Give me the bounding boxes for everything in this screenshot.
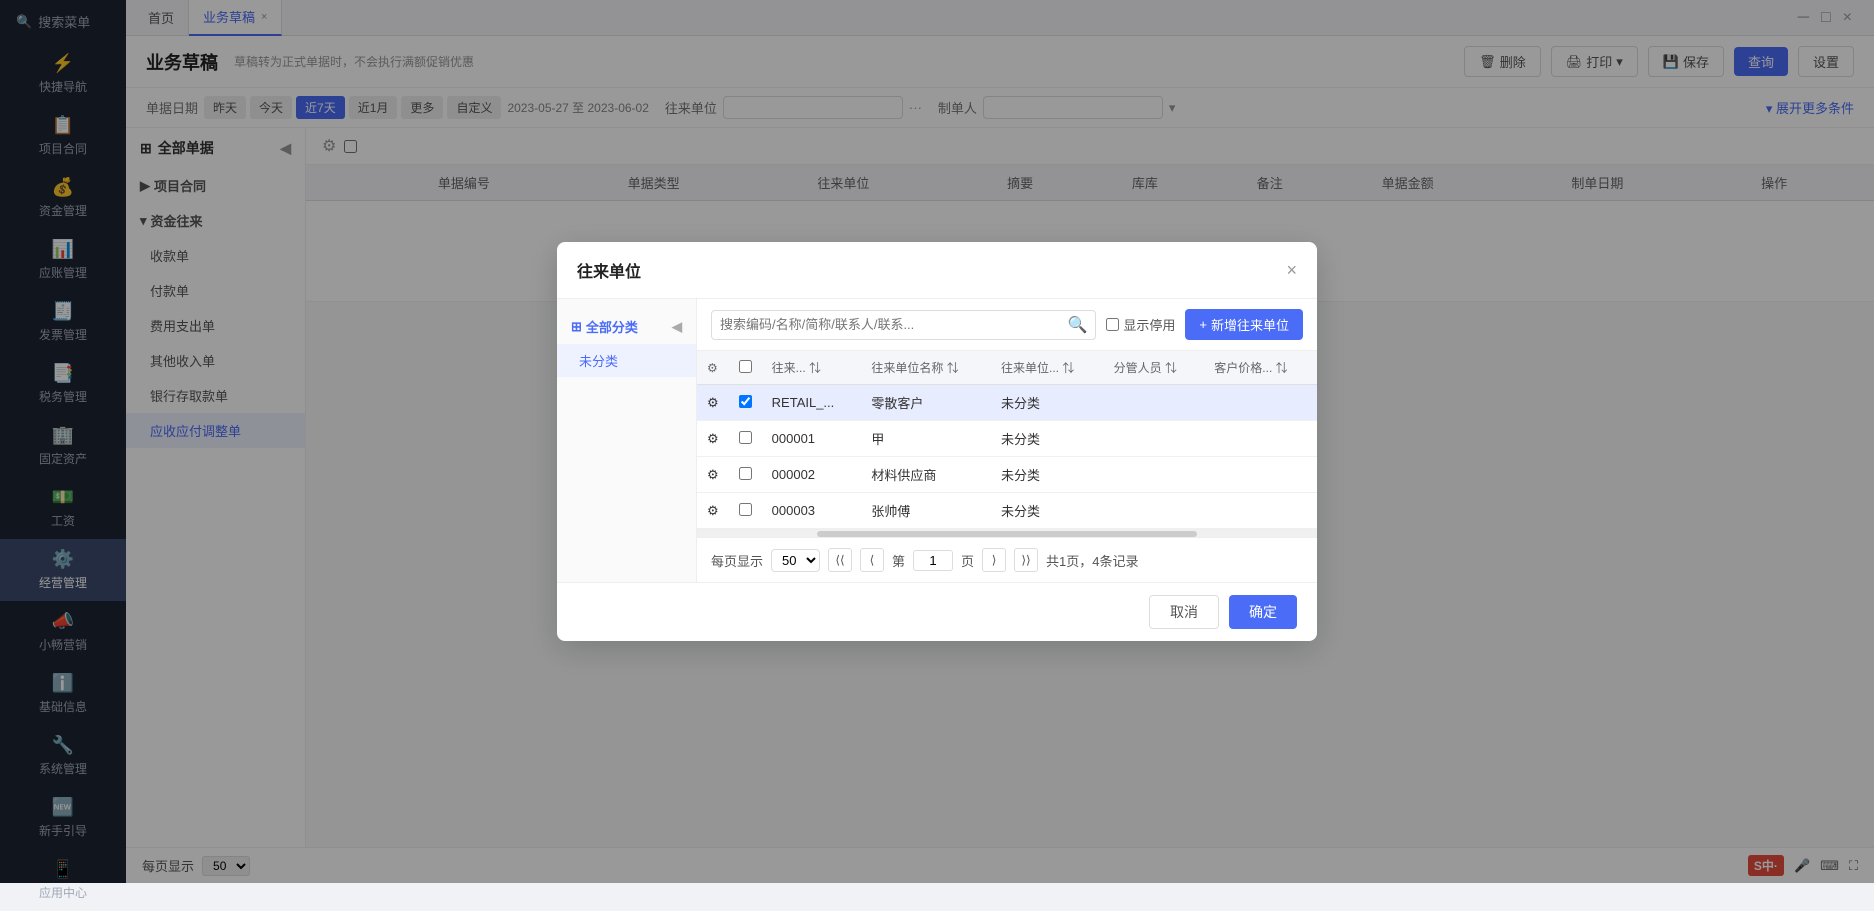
grid-icon: ⊞ xyxy=(571,319,582,335)
th-settings: ⚙ xyxy=(697,351,729,385)
modal-footer: 取消 确定 xyxy=(557,582,1317,641)
row-price-4 xyxy=(1204,493,1317,529)
search-magnifier-icon: 🔍 xyxy=(1067,315,1087,335)
collapse-category-icon[interactable]: ◀ xyxy=(672,319,682,335)
row-name-2: 甲 xyxy=(861,421,991,457)
row-settings-1[interactable]: ⚙ xyxy=(697,385,729,421)
modal-body: ⊞ 全部分类 ◀ 未分类 🔍 显示停用 xyxy=(557,299,1317,582)
confirm-button[interactable]: 确定 xyxy=(1229,595,1297,629)
row-checkbox-4[interactable] xyxy=(729,493,762,529)
row-code-4: 000003 xyxy=(762,493,862,529)
modal-right-panel: 🔍 显示停用 + 新增往来单位 xyxy=(697,299,1317,582)
modal-pagination: 每页显示 50 ⟨⟨ ⟨ 第 页 ⟩ ⟩⟩ 共1页，4条记录 xyxy=(697,537,1317,582)
add-partner-label: 新增往来单位 xyxy=(1211,315,1289,334)
scrollbar-thumb[interactable] xyxy=(817,531,1197,537)
modal-page-size-select[interactable]: 50 xyxy=(771,549,820,572)
plus-icon: + xyxy=(1199,317,1207,332)
partner-table: ⚙ 往来... ⇅ 往来单位名称 ⇅ 往来单位... ⇅ 分管人员 ⇅ 客户价格… xyxy=(697,351,1317,529)
add-partner-button[interactable]: + 新增往来单位 xyxy=(1185,309,1303,340)
last-page-btn[interactable]: ⟩⟩ xyxy=(1014,548,1038,572)
table-row[interactable]: ⚙ 000001 甲 未分类 xyxy=(697,421,1317,457)
modal-close-btn[interactable]: × xyxy=(1286,260,1297,281)
th-code[interactable]: 往来... ⇅ xyxy=(762,351,862,385)
page-suffix: 页 xyxy=(961,551,974,570)
th-price[interactable]: 客户价格... ⇅ xyxy=(1204,351,1317,385)
partner-modal: 往来单位 × ⊞ 全部分类 ◀ 未分类 xyxy=(557,242,1317,641)
first-page-btn[interactable]: ⟨⟨ xyxy=(828,548,852,572)
per-page-label: 每页显示 xyxy=(711,551,763,570)
row-price-3 xyxy=(1204,457,1317,493)
row-salesperson-4 xyxy=(1104,493,1205,529)
table-row[interactable]: ⚙ 000003 张帅傅 未分类 xyxy=(697,493,1317,529)
row-code-3: 000002 xyxy=(762,457,862,493)
search-wrapper: 🔍 xyxy=(711,310,1096,340)
select-all-modal-checkbox[interactable] xyxy=(739,360,752,373)
th-salesperson[interactable]: 分管人员 ⇅ xyxy=(1104,351,1205,385)
category-header[interactable]: ⊞ 全部分类 ◀ xyxy=(557,309,696,344)
row-code-2: 000001 xyxy=(762,421,862,457)
cancel-button[interactable]: 取消 xyxy=(1149,595,1219,629)
row-salesperson-1 xyxy=(1104,385,1205,421)
show-disabled-label[interactable]: 显示停用 xyxy=(1106,315,1175,334)
row-name-4: 张帅傅 xyxy=(861,493,991,529)
row-salesperson-2 xyxy=(1104,421,1205,457)
row-settings-2[interactable]: ⚙ xyxy=(697,421,729,457)
show-disabled-text: 显示停用 xyxy=(1123,315,1175,334)
modal-title: 往来单位 xyxy=(577,258,641,282)
modal-table-wrapper: ⚙ 往来... ⇅ 往来单位名称 ⇅ 往来单位... ⇅ 分管人员 ⇅ 客户价格… xyxy=(697,351,1317,529)
row-category-1: 未分类 xyxy=(991,385,1104,421)
table-row[interactable]: ⚙ RETAIL_... 零散客户 未分类 xyxy=(697,385,1317,421)
row-category-3: 未分类 xyxy=(991,457,1104,493)
modal-horizontal-scrollbar[interactable] xyxy=(697,529,1317,537)
th-category[interactable]: 往来单位... ⇅ xyxy=(991,351,1104,385)
modal-overlay: 往来单位 × ⊞ 全部分类 ◀ 未分类 xyxy=(0,0,1874,883)
row-settings-3[interactable]: ⚙ xyxy=(697,457,729,493)
row-name-1: 零散客户 xyxy=(861,385,991,421)
prev-page-btn[interactable]: ⟨ xyxy=(860,548,884,572)
sidebar-item-label: 应用中心 xyxy=(39,884,87,901)
modal-category-panel: ⊞ 全部分类 ◀ 未分类 xyxy=(557,299,697,582)
row-settings-4[interactable]: ⚙ xyxy=(697,493,729,529)
row-salesperson-3 xyxy=(1104,457,1205,493)
row-code-1: RETAIL_... xyxy=(762,385,862,421)
th-checkbox xyxy=(729,351,762,385)
row-checkbox-1[interactable] xyxy=(729,385,762,421)
partner-search-input[interactable] xyxy=(720,317,1061,332)
th-name[interactable]: 往来单位名称 ⇅ xyxy=(861,351,991,385)
row-category-4: 未分类 xyxy=(991,493,1104,529)
page-prefix: 第 xyxy=(892,551,905,570)
row-price-1 xyxy=(1204,385,1317,421)
category-header-label: 全部分类 xyxy=(586,317,638,336)
next-page-btn[interactable]: ⟩ xyxy=(982,548,1006,572)
row-checkbox-3[interactable] xyxy=(729,457,762,493)
row-name-3: 材料供应商 xyxy=(861,457,991,493)
modal-header: 往来单位 × xyxy=(557,242,1317,299)
row-checkbox-2[interactable] xyxy=(729,421,762,457)
category-label: 未分类 xyxy=(579,354,618,369)
total-info: 共1页，4条记录 xyxy=(1046,551,1138,570)
page-number-input[interactable] xyxy=(913,550,953,571)
row-price-2 xyxy=(1204,421,1317,457)
show-disabled-checkbox[interactable] xyxy=(1106,318,1119,331)
category-unclassified[interactable]: 未分类 xyxy=(557,344,696,377)
modal-toolbar: 🔍 显示停用 + 新增往来单位 xyxy=(697,299,1317,351)
row-category-2: 未分类 xyxy=(991,421,1104,457)
table-row[interactable]: ⚙ 000002 材料供应商 未分类 xyxy=(697,457,1317,493)
